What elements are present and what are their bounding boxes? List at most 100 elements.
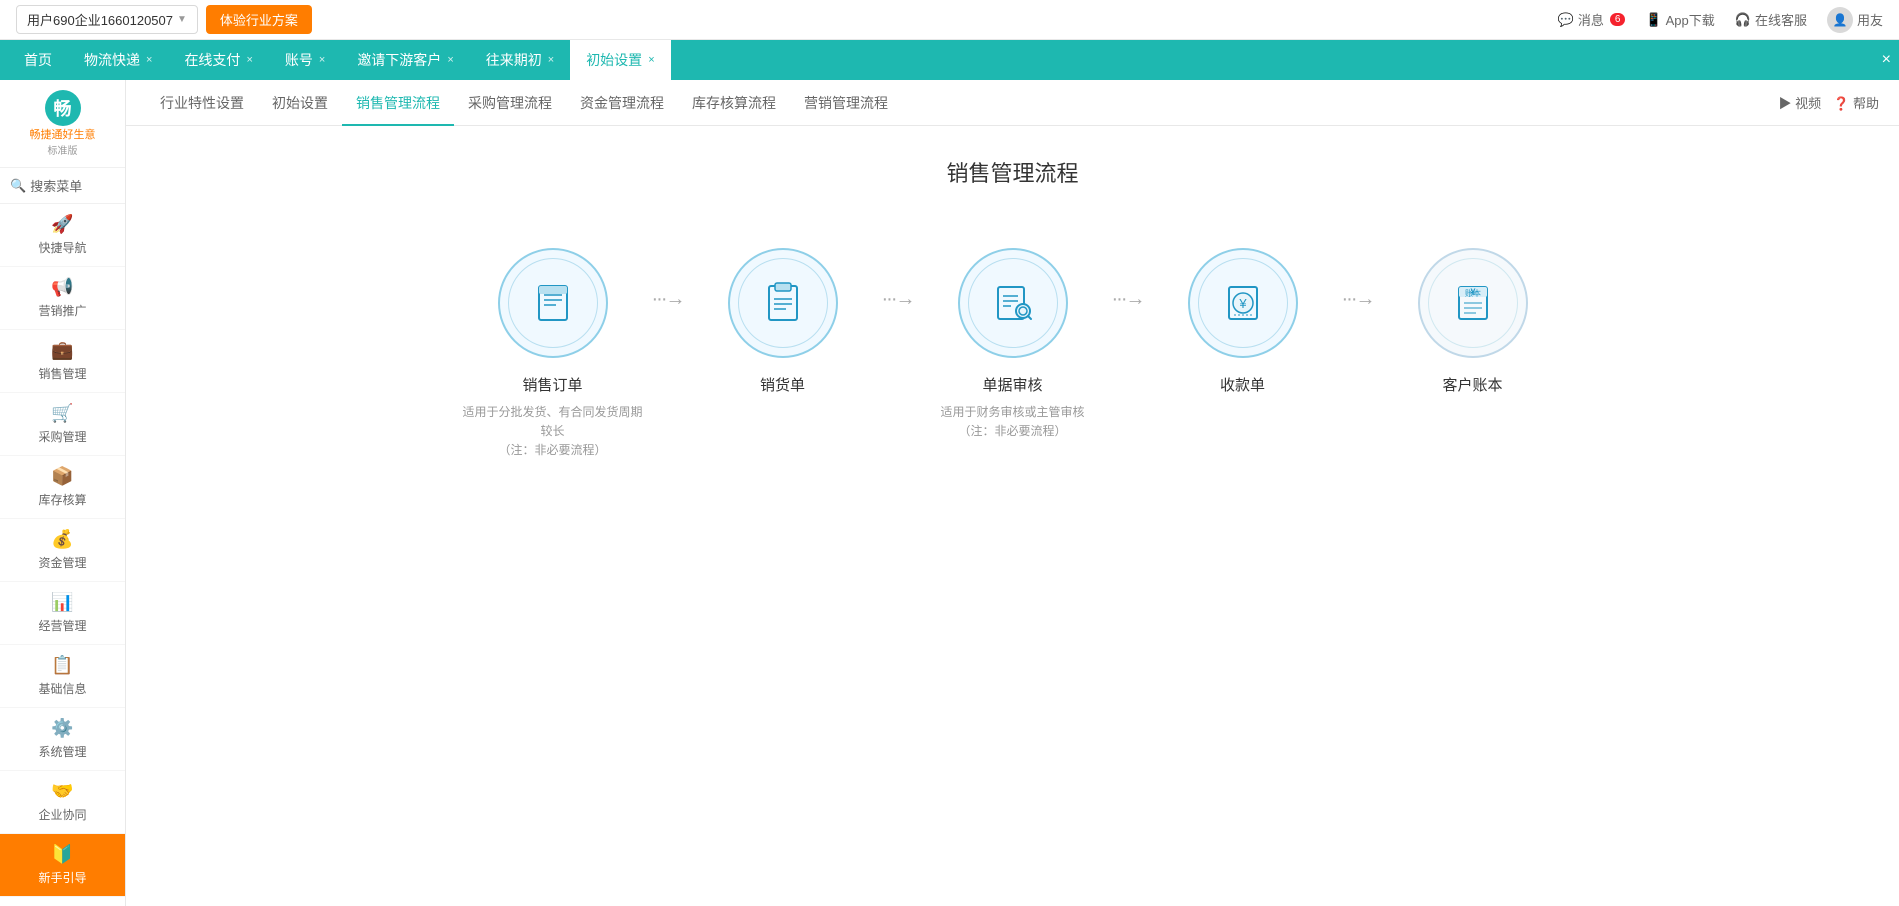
video-link[interactable]: ▶ 视频 [1779,93,1822,112]
tab-logistics-close[interactable]: × [146,54,152,66]
clipboard-icon: 📋 [51,655,73,676]
ledger-icon: 账本 ¥ [1451,281,1495,325]
sidebar: 畅 畅捷通好生意 标准版 🔍 搜索菜单 🚀 快捷导航 📢 营销推广 💼 销售管理… [0,80,126,906]
sidebar-item-marketing[interactable]: 📢 营销推广 [0,267,125,330]
app-download-item[interactable]: 📱 App下载 [1645,10,1714,29]
service-label: 在线客服 [1755,10,1807,29]
sidebar-item-system-label: 系统管理 [38,743,86,760]
sidebar-item-guide[interactable]: 🔰 新手引导 [0,834,125,897]
sub-tab-initial-label: 初始设置 [272,93,328,113]
logo-edition: 标准版 [48,142,78,157]
user-menu-item[interactable]: 👤 用友 [1827,7,1883,33]
sub-tab-industry-label: 行业特性设置 [160,93,244,113]
sub-tab-initial[interactable]: 初始设置 [258,80,342,126]
flow-circle-delivery[interactable] [728,248,838,358]
sidebar-item-app-center[interactable]: 🔧 应用中心 [0,897,125,906]
sidebar-item-sales-label: 销售管理 [38,365,86,382]
flow-label-receipt: 收款单 [1220,374,1265,395]
tab-initial-close[interactable]: × [648,54,654,66]
search-label: 搜索菜单 [30,176,82,195]
tab-payment[interactable]: 在线支付 × [168,40,268,80]
sidebar-search[interactable]: 🔍 搜索菜单 [0,168,125,204]
sidebar-item-operations[interactable]: 📊 经营管理 [0,582,125,645]
flow-item-receipt: ¥ ¥ 收款单 [1153,248,1333,403]
tab-payment-close[interactable]: × [246,54,252,66]
tab-invite[interactable]: 邀请下游客户 × [341,40,469,80]
tab-logistics-label: 物流快递 [84,50,140,70]
sub-tab-marketing-flow[interactable]: 营销管理流程 [790,80,902,126]
tab-period-label: 往来期初 [486,50,542,70]
flow-arrow-3: ···→ [1103,248,1153,311]
logo-icon: 畅 [45,90,81,126]
tab-logistics[interactable]: 物流快递 × [68,40,168,80]
flow-circle-sales-order[interactable] [498,248,608,358]
sub-tab-inventory-flow-label: 库存核算流程 [692,93,776,113]
sidebar-item-inventory[interactable]: 📦 库存核算 [0,456,125,519]
tab-account-close[interactable]: × [319,54,325,66]
tab-period[interactable]: 往来期初 × [470,40,570,80]
briefcase-icon: 💼 [51,340,73,361]
sidebar-item-purchase-label: 采购管理 [38,428,86,445]
user-label: 用户690企业1660120507 [27,10,173,29]
flow-arrow-4: ···→ [1333,248,1383,311]
tab-initial-setup[interactable]: 初始设置 × [570,40,670,80]
nav-tabs: 首页 物流快递 × 在线支付 × 账号 × 邀请下游客户 × 往来期初 × 初始… [0,40,1899,80]
sub-tab-purchase-flow[interactable]: 采购管理流程 [454,80,566,126]
top-header: 用户690企业1660120507 ▼ 体验行业方案 💬 消息 6 📱 App下… [0,0,1899,40]
sidebar-item-finance[interactable]: 💰 资金管理 [0,519,125,582]
sub-tab-finance-flow[interactable]: 资金管理流程 [566,80,678,126]
flow-item-sales-order: 销售订单 适用于分批发货、有合同发货周期较长（注：非必要流程） [463,248,643,461]
play-icon: ▶ [1779,96,1792,111]
cart-icon: 🛒 [51,403,73,424]
sidebar-item-basic-info-label: 基础信息 [38,680,86,697]
chart-icon: 📊 [51,592,73,613]
header-left: 用户690企业1660120507 ▼ 体验行业方案 [16,5,312,34]
sidebar-item-finance-label: 资金管理 [38,554,86,571]
svg-text:¥: ¥ [1470,287,1475,297]
headset-icon: 🎧 [1735,12,1751,28]
flow-circle-ledger[interactable]: 账本 ¥ [1418,248,1528,358]
tab-invite-close[interactable]: × [447,54,453,66]
circle-inner-receipt: ¥ ¥ [1198,258,1288,348]
sidebar-item-purchase[interactable]: 🛒 采购管理 [0,393,125,456]
circle-inner-review [968,258,1058,348]
flow-desc-review: 适用于财务审核或主管审核（注：非必要流程） [940,403,1084,441]
circle-inner-ledger: 账本 ¥ [1428,258,1518,348]
flow-arrow-2: ···→ [873,248,923,311]
flow-label-sales-order: 销售订单 [522,374,582,395]
question-icon: ❓ [1833,96,1849,111]
flow-label-ledger: 客户账本 [1442,374,1502,395]
sub-tab-inventory-flow[interactable]: 库存核算流程 [678,80,790,126]
sidebar-item-basic-info[interactable]: 📋 基础信息 [0,645,125,708]
sidebar-item-cooperation[interactable]: 🤝 企业协同 [0,771,125,834]
help-link[interactable]: ❓ 帮助 [1833,93,1879,112]
message-item[interactable]: 💬 消息 6 [1558,10,1626,29]
flow-circle-review[interactable] [958,248,1068,358]
customer-service-item[interactable]: 🎧 在线客服 [1735,10,1807,29]
handshake-icon: 🤝 [51,781,73,802]
review-icon [991,281,1035,325]
guide-icon: 🔰 [51,844,73,865]
user-selector[interactable]: 用户690企业1660120507 ▼ [16,5,198,34]
tab-initial-label: 初始设置 [586,50,642,70]
flow-diagram: 销售订单 适用于分批发货、有合同发货周期较长（注：非必要流程） ···→ [166,248,1859,461]
flow-circle-receipt[interactable]: ¥ ¥ [1188,248,1298,358]
sales-order-icon [531,281,575,325]
close-all-tabs-icon[interactable]: × [1882,51,1891,69]
sidebar-item-operations-label: 经营管理 [38,617,86,634]
sidebar-item-quick-nav[interactable]: 🚀 快捷导航 [0,204,125,267]
sub-tab-sales-flow[interactable]: 销售管理流程 [342,80,454,126]
sidebar-item-system[interactable]: ⚙️ 系统管理 [0,708,125,771]
sub-tab-industry[interactable]: 行业特性设置 [146,80,258,126]
tab-home[interactable]: 首页 [8,40,68,80]
tab-account[interactable]: 账号 × [269,40,341,80]
rocket-icon: 🚀 [51,214,73,235]
flow-label-delivery: 销货单 [760,374,805,395]
sidebar-item-quick-nav-label: 快捷导航 [38,239,86,256]
sidebar-item-sales[interactable]: 💼 销售管理 [0,330,125,393]
trial-button[interactable]: 体验行业方案 [206,5,312,34]
tab-period-close[interactable]: × [548,54,554,66]
sidebar-item-inventory-label: 库存核算 [38,491,86,508]
svg-text:¥: ¥ [1238,296,1247,311]
sidebar-item-cooperation-label: 企业协同 [38,806,86,823]
